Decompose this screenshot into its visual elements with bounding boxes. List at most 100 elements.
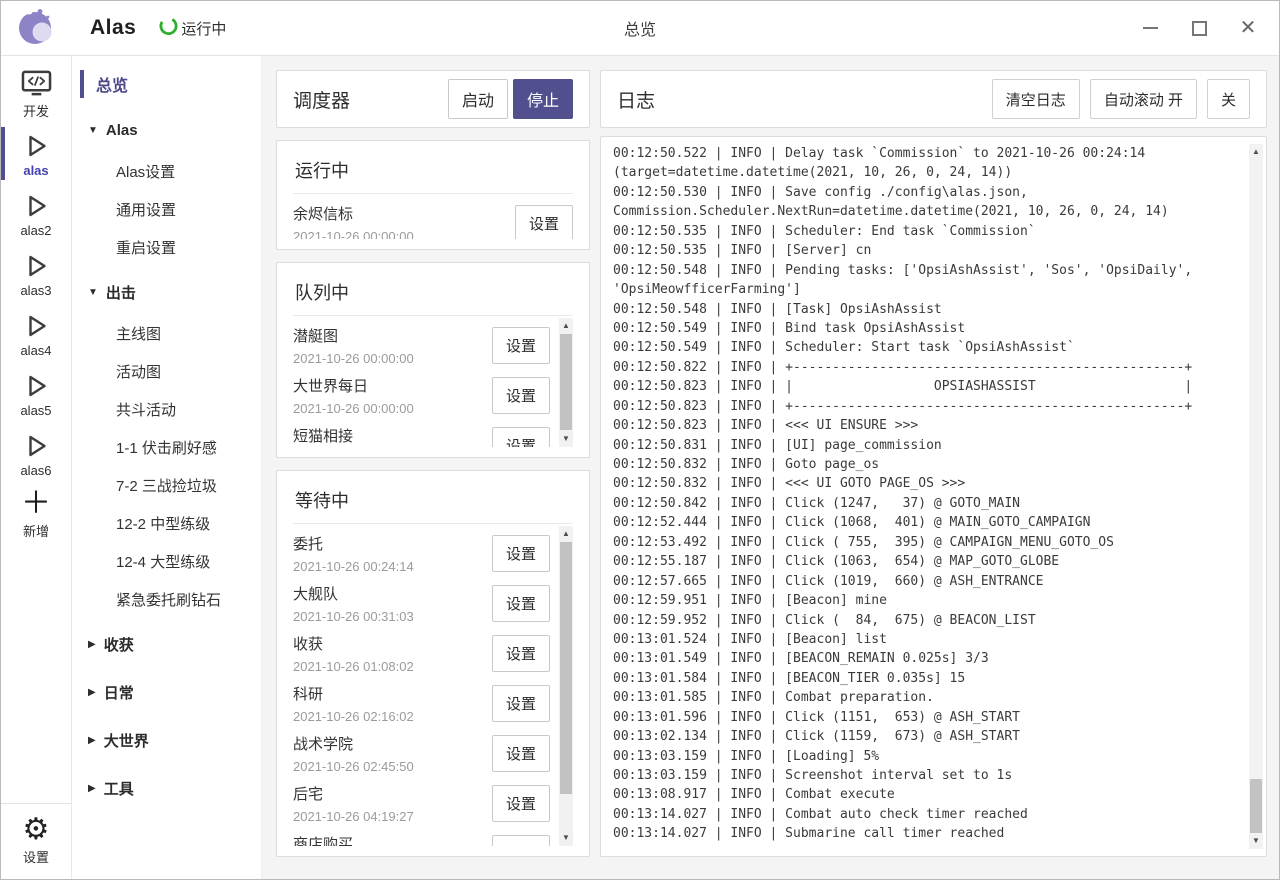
- pending-scrollbar[interactable]: ▲ ▼: [559, 318, 573, 447]
- scroll-down-icon[interactable]: ▼: [559, 831, 573, 845]
- log-line: 00:12:50.530 | INFO | Save config ./conf…: [613, 183, 1243, 202]
- menu-item-12-2 中型练级[interactable]: 12-2 中型练级: [72, 504, 261, 542]
- rail-bottom: ⚙ 设置: [1, 803, 71, 879]
- menu-group-收获[interactable]: ▶收获: [72, 622, 261, 666]
- rail-item-alas[interactable]: alas: [1, 124, 71, 183]
- task-setting-button[interactable]: 设置: [492, 377, 550, 414]
- menu-group-出击[interactable]: ▼出击: [72, 270, 261, 314]
- add-instance-button[interactable]: ＋ 新增: [1, 484, 71, 543]
- log-header-card: 日志 清空日志 自动滚动 开 关: [600, 70, 1267, 128]
- menu-item-Alas设置[interactable]: Alas设置: [72, 152, 261, 190]
- menu-group-Alas[interactable]: ▼Alas: [72, 108, 261, 152]
- settings-button[interactable]: ⚙ 设置: [1, 810, 71, 869]
- scroll-down-icon[interactable]: ▼: [559, 432, 573, 446]
- task-setting-button[interactable]: 设置: [492, 427, 550, 447]
- task-setting-button[interactable]: 设置: [515, 205, 573, 239]
- menu-item-通用设置[interactable]: 通用设置: [72, 190, 261, 228]
- clear-log-button[interactable]: 清空日志: [992, 79, 1080, 119]
- rail-item-alas2[interactable]: alas2: [1, 184, 71, 243]
- scheduler-column: 调度器 启动 停止 运行中 余烬信标2021-10-26 00:00:00设置 …: [276, 70, 590, 857]
- scheduler-header-card: 调度器 启动 停止: [276, 70, 590, 128]
- maximize-icon: [1192, 21, 1207, 36]
- log-line: 00:12:50.522 | INFO | Delay task `Commis…: [613, 144, 1243, 163]
- log-line: 00:12:50.548 | INFO | Pending tasks: ['O…: [613, 261, 1243, 280]
- menu-item-overview[interactable]: 总览: [72, 64, 261, 104]
- task-setting-button[interactable]: 设置: [492, 635, 550, 672]
- log-line: (target=datetime.datetime(2021, 10, 26, …: [613, 163, 1243, 182]
- scroll-up-icon[interactable]: ▲: [559, 319, 573, 333]
- log-line: 00:12:50.548 | INFO | [Task] OpsiAshAssi…: [613, 300, 1243, 319]
- log-output-card: 00:12:50.522 | INFO | Delay task `Commis…: [600, 136, 1267, 857]
- play-icon: [21, 130, 51, 162]
- menu-group-label: 工具: [104, 778, 134, 799]
- menu-group-label: 出击: [106, 282, 136, 303]
- log-line: 00:12:50.535 | INFO | Scheduler: End tas…: [613, 222, 1243, 241]
- log-line: 00:12:50.832 | INFO | <<< UI GOTO PAGE_O…: [613, 474, 1243, 493]
- task-setting-button[interactable]: 设置: [492, 327, 550, 364]
- log-scrollbar[interactable]: ▲ ▼: [1249, 144, 1263, 849]
- scroll-down-icon[interactable]: ▼: [1249, 834, 1263, 848]
- task-setting-button[interactable]: 设置: [492, 535, 550, 572]
- task-setting-button[interactable]: 设置: [492, 785, 550, 822]
- menu-item-共斗活动[interactable]: 共斗活动: [72, 390, 261, 428]
- minimize-button[interactable]: [1139, 17, 1161, 39]
- running-spinner-icon: [158, 15, 179, 41]
- log-line: 00:12:55.187 | INFO | Click (1063, 654) …: [613, 552, 1243, 571]
- waiting-scroll-thumb[interactable]: [560, 542, 572, 794]
- play-icon: [21, 250, 51, 282]
- waiting-scrollbar[interactable]: ▲ ▼: [559, 526, 573, 846]
- scheduler-stop-button[interactable]: 停止: [513, 79, 573, 119]
- task-row: 潜艇图2021-10-26 00:00:00设置: [293, 318, 550, 368]
- menu-item-紧急委托刷钻石[interactable]: 紧急委托刷钻石: [72, 580, 261, 618]
- task-row: 大世界每日2021-10-26 00:00:00设置: [293, 368, 550, 418]
- chevron-right-icon: ▶: [88, 687, 96, 698]
- menu-item-7-2 三战捡垃圾[interactable]: 7-2 三战捡垃圾: [72, 466, 261, 504]
- menu-group-工具[interactable]: ▶工具: [72, 766, 261, 810]
- menu-item-重启设置[interactable]: 重启设置: [72, 228, 261, 266]
- pending-card: 队列中 潜艇图2021-10-26 00:00:00设置大世界每日2021-10…: [276, 262, 590, 458]
- task-row: 委托2021-10-26 00:24:14设置: [293, 526, 550, 576]
- close-button[interactable]: ✕: [1237, 17, 1259, 39]
- task-setting-button[interactable]: 设置: [492, 835, 550, 846]
- rail-item-alas5[interactable]: alas5: [1, 364, 71, 423]
- rail-item-alas3[interactable]: alas3: [1, 244, 71, 303]
- rail-item-alas4[interactable]: alas4: [1, 304, 71, 363]
- menu-item-活动图[interactable]: 活动图: [72, 352, 261, 390]
- menu-item-1-1 伏击刷好感[interactable]: 1-1 伏击刷好感: [72, 428, 261, 466]
- task-name: 潜艇图: [293, 327, 414, 347]
- main-area: 调度器 启动 停止 运行中 余烬信标2021-10-26 00:00:00设置 …: [262, 56, 1279, 879]
- menu-item-主线图[interactable]: 主线图: [72, 314, 261, 352]
- task-row: 大舰队2021-10-26 00:31:03设置: [293, 576, 550, 626]
- rail-item-alas6[interactable]: alas6: [1, 424, 71, 483]
- task-setting-button[interactable]: 设置: [492, 585, 550, 622]
- maximize-button[interactable]: [1188, 17, 1210, 39]
- menu-group-label: 大世界: [104, 730, 149, 751]
- log-column: 日志 清空日志 自动滚动 开 关 00:12:50.522 | INFO | D…: [600, 70, 1267, 857]
- task-name: 大舰队: [293, 585, 414, 605]
- dev-code-monitor-icon: [20, 68, 53, 100]
- log-scroll-thumb[interactable]: [1250, 779, 1262, 833]
- task-name: 余烬信标: [293, 205, 414, 225]
- scheduler-start-button[interactable]: 启动: [448, 79, 508, 119]
- menu-item-12-4 大型练级[interactable]: 12-4 大型练级: [72, 542, 261, 580]
- scroll-up-icon[interactable]: ▲: [559, 527, 573, 541]
- menu-group-日常[interactable]: ▶日常: [72, 670, 261, 714]
- log-output: 00:12:50.522 | INFO | Delay task `Commis…: [613, 144, 1243, 849]
- log-line: 00:12:59.952 | INFO | Click ( 84, 675) @…: [613, 611, 1243, 630]
- log-line: 00:13:01.584 | INFO | [BEACON_TIER 0.035…: [613, 669, 1243, 688]
- log-line: 00:13:14.027 | INFO | Combat auto check …: [613, 805, 1243, 824]
- menu-group-label: Alas: [106, 122, 138, 139]
- autoscroll-off-button[interactable]: 关: [1207, 79, 1250, 119]
- rail-item-开发[interactable]: 开发: [1, 64, 71, 123]
- log-line: 00:13:01.549 | INFO | [BEACON_REMAIN 0.0…: [613, 649, 1243, 668]
- play-icon: [21, 430, 51, 462]
- menu-group-大世界[interactable]: ▶大世界: [72, 718, 261, 762]
- task-setting-button[interactable]: 设置: [492, 735, 550, 772]
- topbar: Alas 运行中 总览 ✕: [1, 1, 1279, 56]
- autoscroll-on-button[interactable]: 自动滚动 开: [1090, 79, 1197, 119]
- rail-item-label: 开发: [23, 101, 49, 120]
- task-setting-button[interactable]: 设置: [492, 685, 550, 722]
- scroll-up-icon[interactable]: ▲: [1249, 145, 1263, 159]
- task-next-run-time: 2021-10-26 00:00:00: [293, 399, 414, 418]
- pending-scroll-thumb[interactable]: [560, 334, 572, 430]
